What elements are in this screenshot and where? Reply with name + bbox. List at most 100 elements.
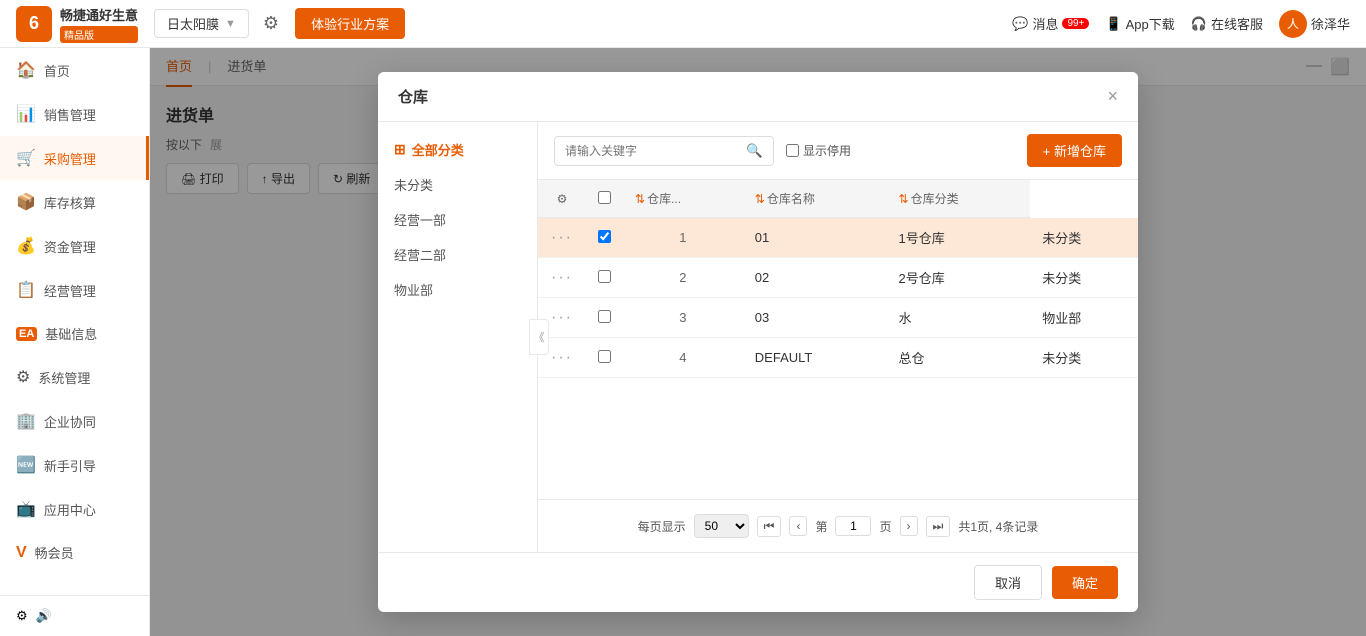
confirm-button[interactable]: 确定 [1052, 566, 1118, 599]
sidebar-item-guide[interactable]: 🆕 新手引导 [0, 443, 149, 487]
row-number: 1 [623, 218, 743, 258]
guide-icon: 🆕 [16, 455, 36, 475]
sidebar-item-basic[interactable]: EA 基础信息 [0, 312, 149, 355]
next-page-button[interactable]: › [900, 516, 918, 536]
all-categories[interactable]: ⊞ 全部分类 [378, 132, 537, 167]
all-categories-label: 全部分类 [412, 140, 464, 159]
row-name: 2号仓库 [887, 258, 1031, 298]
search-input[interactable] [555, 138, 736, 164]
notifications-label: 消息 [1032, 14, 1058, 33]
row-checkbox-cell[interactable] [586, 218, 623, 258]
sidebar-item-finance[interactable]: 💰 资金管理 [0, 224, 149, 268]
app-download-item[interactable]: 📱 App下载 [1105, 14, 1174, 33]
sidebar-item-apps[interactable]: 📺 应用中心 [0, 487, 149, 531]
trial-button[interactable]: 体验行业方案 [295, 8, 405, 39]
category-operations2[interactable]: 经营二部 [378, 237, 537, 272]
table-row[interactable]: ··· 1 01 1号仓库 未分类 [538, 218, 1138, 258]
user-profile[interactable]: 人 徐泽华 [1279, 10, 1350, 38]
sidebar-item-label: 采购管理 [44, 149, 96, 168]
sidebar-item-sales[interactable]: 📊 销售管理 [0, 92, 149, 136]
row-code: 02 [743, 258, 887, 298]
company-arrow-icon: ▼ [225, 18, 236, 30]
add-warehouse-button[interactable]: + 新增仓库 [1027, 134, 1122, 167]
sort-icon3: ⇅ [899, 192, 909, 206]
col-code: ⇅仓库... [623, 180, 743, 218]
row-checkbox[interactable] [598, 350, 611, 363]
sidebar-item-system[interactable]: ⚙ 系统管理 [0, 355, 149, 399]
message-icon: 💬 [1012, 16, 1028, 32]
sidebar-item-operations[interactable]: 📋 经营管理 [0, 268, 149, 312]
sidebar-item-purchase[interactable]: 🛒 采购管理 [0, 136, 149, 180]
row-number: 2 [623, 258, 743, 298]
sidebar-item-label: 畅会员 [35, 543, 74, 562]
sidebar-item-enterprise[interactable]: 🏢 企业协同 [0, 399, 149, 443]
table-row[interactable]: ··· 4 DEFAULT 总仓 未分类 [538, 338, 1138, 378]
row-checkbox-cell[interactable] [586, 338, 623, 378]
app-icon: 📱 [1105, 16, 1121, 32]
page-input[interactable] [835, 516, 871, 536]
topbar-right: 💬 消息 99+ 📱 App下载 🎧 在线客服 人 徐泽华 [1012, 10, 1350, 38]
total-info: 共1页, 4条记录 [958, 518, 1038, 535]
sidebar-item-home[interactable]: 🏠 首页 [0, 48, 149, 92]
modal-close-button[interactable]: × [1107, 86, 1118, 107]
category-property[interactable]: 物业部 [378, 272, 537, 307]
sidebar-item-label: 首页 [44, 61, 70, 80]
sidebar-item-label: 基础信息 [45, 324, 97, 343]
row-name: 1号仓库 [887, 218, 1031, 258]
row-checkbox[interactable] [598, 230, 611, 243]
modal-toolbar: 🔍 显示停用 + 新增仓库 [538, 122, 1138, 180]
modal-right-panel: 🔍 显示停用 + 新增仓库 [538, 122, 1138, 552]
notifications-badge: 99+ [1062, 18, 1089, 29]
sidebar-item-label: 系统管理 [38, 368, 90, 387]
row-checkbox-cell[interactable] [586, 258, 623, 298]
per-page-label: 每页显示 [638, 518, 686, 535]
sidebar-bottom[interactable]: ⚙ 🔊 [0, 595, 149, 636]
row-checkbox-cell[interactable] [586, 298, 623, 338]
per-page-select[interactable]: 50 10 20 100 [694, 514, 749, 538]
more-icon: ··· [551, 349, 573, 366]
row-number: 4 [623, 338, 743, 378]
row-number: 3 [623, 298, 743, 338]
inventory-icon: 📦 [16, 192, 36, 212]
settings-bottom-icon: ⚙ [16, 608, 28, 624]
modal-footer: 取消 确定 [378, 552, 1138, 612]
table-header-row: ⚙ ⇅仓库... ⇅仓库名称 ⇅仓库分类 [538, 180, 1138, 218]
row-name: 总仓 [887, 338, 1031, 378]
search-button[interactable]: 🔍 [736, 137, 773, 165]
category-operations1[interactable]: 经营一部 [378, 202, 537, 237]
more-icon: ··· [551, 309, 573, 326]
notifications-item[interactable]: 💬 消息 99+ [1012, 14, 1089, 33]
sidebar-item-label: 库存核算 [44, 193, 96, 212]
prev-page-button[interactable]: ‹ [789, 516, 807, 536]
topbar: 6 畅捷通好生意 精品版 日太阳膜 ▼ ⚙ 体验行业方案 💬 消息 99+ 📱 … [0, 0, 1366, 48]
category-unclassified[interactable]: 未分类 [378, 167, 537, 202]
cancel-button[interactable]: 取消 [974, 565, 1042, 600]
table-row[interactable]: ··· 3 03 水 物业部 [538, 298, 1138, 338]
headphone-icon: 🎧 [1191, 16, 1207, 32]
first-page-button[interactable]: ⏮ [757, 516, 782, 537]
logo-badge: 精品版 [60, 26, 138, 43]
sort-icon: ⇅ [635, 192, 645, 206]
sales-icon: 📊 [16, 104, 36, 124]
select-all-checkbox[interactable] [598, 191, 611, 204]
sidebar-item-inventory[interactable]: 📦 库存核算 [0, 180, 149, 224]
logo-text: 畅捷通好生意 [60, 5, 138, 24]
warehouse-table: ⚙ ⇅仓库... ⇅仓库名称 ⇅仓库分类 ··· 1 [538, 180, 1138, 499]
finance-icon: 💰 [16, 236, 36, 256]
online-service-item[interactable]: 🎧 在线客服 [1191, 14, 1263, 33]
collapse-panel-button[interactable]: 《 [529, 319, 549, 355]
company-selector[interactable]: 日太阳膜 ▼ [154, 9, 249, 38]
row-checkbox[interactable] [598, 310, 611, 323]
show-disabled-label[interactable]: 显示停用 [786, 142, 851, 159]
settings-icon[interactable]: ⚙ [259, 9, 283, 38]
show-disabled-checkbox[interactable] [786, 144, 799, 157]
row-checkbox[interactable] [598, 270, 611, 283]
grid-icon: ⊞ [394, 141, 406, 158]
col-name: ⇅仓库名称 [743, 180, 887, 218]
col-settings: ⚙ [538, 180, 586, 218]
show-disabled-text: 显示停用 [803, 142, 851, 159]
logo: 6 畅捷通好生意 精品版 [16, 5, 138, 43]
last-page-button[interactable]: ⏭ [926, 516, 951, 537]
sidebar-item-member[interactable]: V 畅会员 [0, 531, 149, 574]
table-row[interactable]: ··· 2 02 2号仓库 未分类 [538, 258, 1138, 298]
